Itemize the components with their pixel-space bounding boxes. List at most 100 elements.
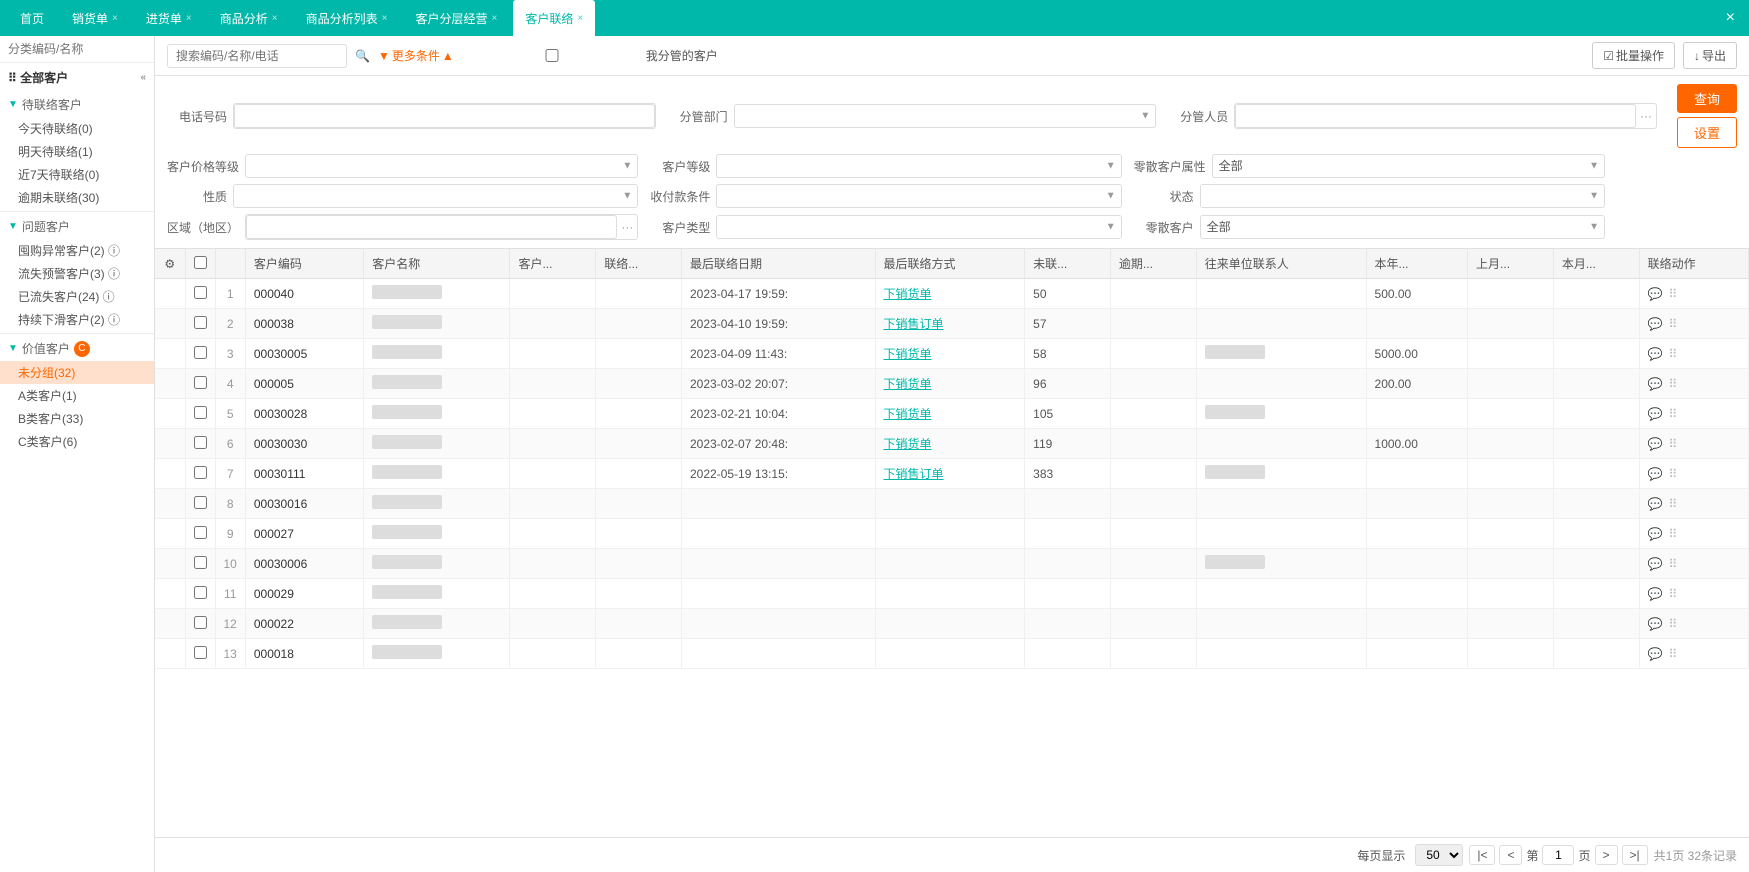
- nav-home[interactable]: 首页: [8, 0, 56, 36]
- contact-action-icon[interactable]: 💬: [1648, 287, 1663, 301]
- sidebar-item-class-a[interactable]: A类客户(1): [0, 384, 154, 407]
- nav-customer-contact[interactable]: 客户联络 ×: [513, 0, 595, 36]
- customer-level-select[interactable]: [716, 154, 1121, 178]
- phone-input[interactable]: [234, 104, 655, 128]
- retail-customer-select[interactable]: 全部: [1200, 215, 1605, 239]
- row-checkbox[interactable]: [194, 316, 207, 329]
- nav-goods-analysis-close[interactable]: ×: [272, 13, 278, 24]
- sidebar-item-tomorrow[interactable]: 明天待联络(1): [0, 140, 154, 163]
- nav-purchase[interactable]: 进货单 ×: [134, 0, 204, 36]
- search-icon[interactable]: 🔍: [355, 49, 370, 63]
- window-close-button[interactable]: ×: [1720, 9, 1741, 27]
- row-checkbox[interactable]: [194, 406, 207, 419]
- nav-goods-list[interactable]: 商品分析列表 ×: [294, 0, 400, 36]
- nav-customer-layer[interactable]: 客户分层经营 ×: [403, 0, 509, 36]
- contact-action-icon[interactable]: 💬: [1648, 647, 1663, 661]
- row-checkbox[interactable]: [194, 526, 207, 539]
- select-all-checkbox[interactable]: [194, 256, 207, 269]
- nature-select[interactable]: [233, 184, 638, 208]
- more-action-icon[interactable]: ⠿: [1669, 587, 1678, 601]
- sidebar-item-overdue[interactable]: 逾期未联络(30): [0, 186, 154, 209]
- region-dots[interactable]: ···: [617, 220, 637, 234]
- sidebar-item-today[interactable]: 今天待联络(0): [0, 117, 154, 140]
- gear-icon[interactable]: ⚙: [164, 257, 175, 271]
- sidebar-group-problem[interactable]: ▼ 问题客户: [0, 214, 154, 239]
- status-select[interactable]: [1200, 184, 1605, 208]
- sidebar-item-class-c[interactable]: C类客户(6): [0, 430, 154, 453]
- row-checkbox[interactable]: [194, 286, 207, 299]
- sidebar-item-declining[interactable]: 持续下滑客户(2) ⓘ: [0, 308, 154, 331]
- sidebar-item-class-b[interactable]: B类客户(33): [0, 407, 154, 430]
- first-page-button[interactable]: |<: [1469, 845, 1495, 865]
- nav-customer-contact-close[interactable]: ×: [577, 13, 583, 24]
- manager-dots[interactable]: ···: [1636, 109, 1656, 123]
- contact-action-icon[interactable]: 💬: [1648, 437, 1663, 451]
- sidebar-group-pending[interactable]: ▼ 待联络客户: [0, 92, 154, 117]
- retail-attr-select[interactable]: 全部: [1212, 154, 1605, 178]
- row-checkbox[interactable]: [194, 616, 207, 629]
- nav-customer-layer-close[interactable]: ×: [491, 13, 497, 24]
- export-button[interactable]: ↓ 导出: [1683, 42, 1737, 69]
- sidebar-collapse-icon[interactable]: «: [140, 72, 146, 83]
- contact-action-icon[interactable]: 💬: [1648, 617, 1663, 631]
- col-settings[interactable]: ⚙: [155, 249, 185, 279]
- last-page-button[interactable]: >|: [1622, 845, 1648, 865]
- contact-action-icon[interactable]: 💬: [1648, 497, 1663, 511]
- nav-purchase-close[interactable]: ×: [186, 13, 192, 24]
- nav-sales[interactable]: 销货单 ×: [60, 0, 130, 36]
- row-checkbox[interactable]: [194, 376, 207, 389]
- row-checkbox[interactable]: [194, 646, 207, 659]
- reset-button[interactable]: 设置: [1677, 117, 1737, 148]
- dept-select[interactable]: [734, 104, 1157, 128]
- nav-goods-analysis[interactable]: 商品分析 ×: [208, 0, 290, 36]
- more-action-icon[interactable]: ⠿: [1669, 617, 1678, 631]
- customer-type-select[interactable]: [716, 215, 1121, 239]
- next-page-button[interactable]: >: [1595, 845, 1618, 865]
- more-action-icon[interactable]: ⠿: [1669, 287, 1678, 301]
- more-action-icon[interactable]: ⠿: [1669, 467, 1678, 481]
- sidebar-group-value[interactable]: ▼ 价值客户 C: [0, 336, 154, 361]
- sidebar-item-abnormal[interactable]: 囤购异常客户(2) ⓘ: [0, 239, 154, 262]
- more-action-icon[interactable]: ⠿: [1669, 317, 1678, 331]
- sidebar-search-input[interactable]: [8, 42, 155, 56]
- region-input[interactable]: [246, 215, 617, 239]
- price-level-select[interactable]: [245, 154, 638, 178]
- more-action-icon[interactable]: ⠿: [1669, 557, 1678, 571]
- row-checkbox[interactable]: [194, 346, 207, 359]
- more-action-icon[interactable]: ⠿: [1669, 377, 1678, 391]
- query-button[interactable]: 查询: [1677, 84, 1737, 113]
- row-checkbox[interactable]: [194, 556, 207, 569]
- manager-input[interactable]: [1235, 104, 1636, 128]
- my-customers-checkbox[interactable]: [462, 49, 642, 62]
- prev-page-button[interactable]: <: [1499, 845, 1522, 865]
- payment-select[interactable]: [716, 184, 1121, 208]
- nav-sales-close[interactable]: ×: [112, 13, 118, 24]
- more-action-icon[interactable]: ⠿: [1669, 647, 1678, 661]
- sidebar-item-week[interactable]: 近7天待联络(0): [0, 163, 154, 186]
- contact-action-icon[interactable]: 💬: [1648, 467, 1663, 481]
- sidebar-item-loss-warning[interactable]: 流失预警客户(3) ⓘ: [0, 262, 154, 285]
- batch-ops-button[interactable]: ☑ 批量操作: [1592, 42, 1675, 69]
- contact-action-icon[interactable]: 💬: [1648, 587, 1663, 601]
- more-action-icon[interactable]: ⠿: [1669, 527, 1678, 541]
- contact-action-icon[interactable]: 💬: [1648, 317, 1663, 331]
- page-number-input[interactable]: [1542, 845, 1574, 865]
- contact-action-icon[interactable]: 💬: [1648, 347, 1663, 361]
- row-checkbox[interactable]: [194, 436, 207, 449]
- nav-goods-list-close[interactable]: ×: [382, 13, 388, 24]
- search-input[interactable]: [167, 44, 347, 68]
- sidebar-item-lost[interactable]: 已流失客户(24) ⓘ: [0, 285, 154, 308]
- more-action-icon[interactable]: ⠿: [1669, 407, 1678, 421]
- contact-action-icon[interactable]: 💬: [1648, 407, 1663, 421]
- page-size-select[interactable]: 50: [1415, 844, 1463, 866]
- row-checkbox[interactable]: [194, 586, 207, 599]
- more-conditions-button[interactable]: ▼ 更多条件 ▲: [378, 47, 454, 64]
- contact-action-icon[interactable]: 💬: [1648, 377, 1663, 391]
- contact-action-icon[interactable]: 💬: [1648, 527, 1663, 541]
- row-checkbox[interactable]: [194, 496, 207, 509]
- more-action-icon[interactable]: ⠿: [1669, 437, 1678, 451]
- row-checkbox[interactable]: [194, 466, 207, 479]
- contact-action-icon[interactable]: 💬: [1648, 557, 1663, 571]
- more-action-icon[interactable]: ⠿: [1669, 497, 1678, 511]
- sidebar-all-customers[interactable]: ⠿ 全部客户 «: [0, 63, 154, 92]
